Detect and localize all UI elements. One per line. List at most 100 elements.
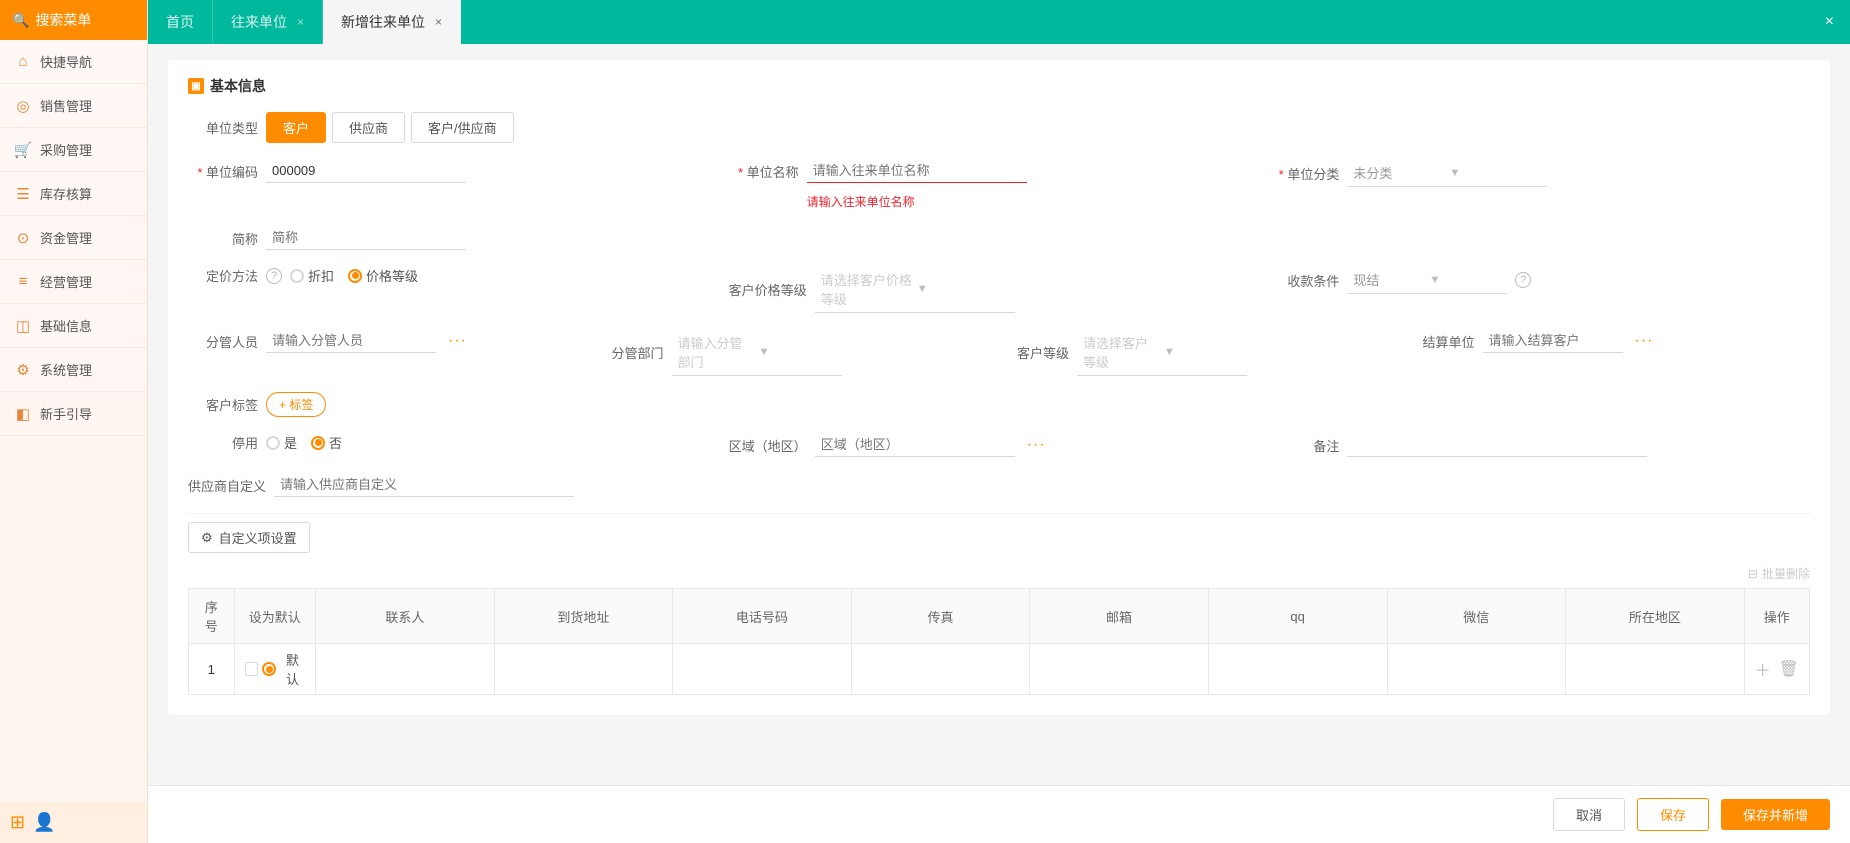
- sidebar-item-purchase[interactable]: 🛒 采购管理: [0, 128, 147, 172]
- unit-category-arrow: ▼: [1449, 167, 1541, 179]
- department-group: 分管部门 请输入分管部门 ▼: [594, 329, 1000, 376]
- col-default: 设为默认: [234, 589, 316, 644]
- discount-radio[interactable]: [290, 269, 304, 283]
- short-name-input[interactable]: [266, 226, 466, 250]
- manager-more-btn[interactable]: ···: [444, 332, 471, 350]
- sidebar-item-inventory[interactable]: ☰ 库存核算: [0, 172, 147, 216]
- unit-name-group: 单位名称 请输入往来单位名称: [729, 159, 1270, 210]
- col-qq: qq: [1208, 589, 1387, 644]
- customer-level-arrow: ▼: [1164, 346, 1241, 358]
- remark-group: 备注: [1269, 433, 1810, 457]
- email-input[interactable]: [1040, 662, 1198, 677]
- disable-yes-radio[interactable]: [266, 436, 280, 450]
- department-label: 分管部门: [594, 343, 664, 362]
- disable-yes[interactable]: 是: [266, 433, 297, 452]
- disable-options: 是 否: [266, 433, 342, 452]
- sidebar-item-guide[interactable]: ◧ 新手引导: [0, 392, 147, 436]
- col-seq: 序号: [189, 589, 235, 644]
- customer-level-group: 客户等级 请选择客户等级 ▼: [999, 329, 1405, 376]
- tab-partners[interactable]: 往来单位 ×: [213, 0, 323, 44]
- wechat-input[interactable]: [1398, 662, 1556, 677]
- search-menu-label: 搜索菜单: [35, 10, 91, 30]
- window-close-btn[interactable]: ×: [1809, 13, 1850, 31]
- save-new-button[interactable]: 保存并新增: [1721, 799, 1830, 830]
- disable-no[interactable]: 否: [311, 433, 342, 452]
- unit-category-select[interactable]: 未分类 ▼: [1347, 159, 1547, 187]
- disable-row: 停用 是 否 区域（地区） ···: [188, 433, 1810, 457]
- batch-delete-btn[interactable]: ⊟ 批量删除: [1748, 565, 1810, 582]
- sidebar-item-operation[interactable]: ≡ 经营管理: [0, 260, 147, 304]
- yes-label: 是: [284, 433, 297, 452]
- payment-terms-help-icon[interactable]: ?: [1515, 272, 1531, 288]
- cell-email: [1030, 644, 1209, 695]
- tab-new-partner-close[interactable]: ×: [435, 15, 442, 29]
- row-delete-btn[interactable]: 🗑: [1779, 659, 1799, 679]
- type-customer-btn[interactable]: 客户: [266, 112, 326, 143]
- type-both-btn[interactable]: 客户/供应商: [411, 112, 514, 143]
- region-input-table[interactable]: [1576, 662, 1734, 677]
- pricing-price-level[interactable]: 价格等级: [348, 266, 418, 285]
- default-radio[interactable]: [262, 662, 276, 676]
- custom-settings-btn[interactable]: ⚙ 自定义项设置: [188, 522, 310, 553]
- unit-name-error: 请输入往来单位名称: [807, 193, 915, 210]
- unit-code-label: 单位编码: [188, 162, 258, 181]
- type-supplier-btn[interactable]: 供应商: [332, 112, 405, 143]
- pricing-help-icon[interactable]: ?: [266, 268, 282, 284]
- payment-terms-group: 收款条件 现结 ▼ ?: [1269, 266, 1810, 294]
- save-button[interactable]: 保存: [1637, 798, 1709, 831]
- tab-home[interactable]: 首页: [148, 0, 213, 44]
- main-area: 首页 往来单位 × 新增往来单位 × × ▣ 基本信息 单位类型 客户: [148, 0, 1850, 843]
- contact-input[interactable]: [326, 662, 484, 677]
- phone-input[interactable]: [683, 662, 841, 677]
- tab-new-partner[interactable]: 新增往来单位 ×: [323, 0, 461, 44]
- default-radio-item[interactable]: 默认: [262, 650, 305, 688]
- price-level-radio[interactable]: [348, 269, 362, 283]
- sidebar-item-finance[interactable]: ⊙ 资金管理: [0, 216, 147, 260]
- col-phone: 电话号码: [673, 589, 852, 644]
- manager-input[interactable]: [266, 329, 436, 353]
- department-placeholder: 请输入分管部门: [678, 333, 755, 371]
- unit-category-group: 单位分类 未分类 ▼: [1269, 159, 1810, 187]
- settlement-more-btn[interactable]: ···: [1631, 332, 1658, 350]
- region-input[interactable]: [815, 433, 1015, 457]
- sidebar-user-icon[interactable]: 👤: [33, 812, 55, 833]
- sales-icon: ◎: [14, 97, 32, 115]
- tab-partners-close[interactable]: ×: [297, 15, 304, 29]
- payment-terms-arrow: ▼: [1429, 274, 1501, 286]
- customer-tag-label: 客户标签: [188, 395, 258, 414]
- row-checkbox[interactable]: [245, 662, 259, 676]
- sidebar-item-basic[interactable]: ◫ 基础信息: [0, 304, 147, 348]
- customer-price-label: 客户价格等级: [729, 280, 807, 299]
- sidebar-label: 资金管理: [40, 228, 92, 247]
- row-add-btn[interactable]: ＋: [1755, 657, 1771, 681]
- address-input[interactable]: [505, 662, 663, 677]
- unit-type-label: 单位类型: [188, 118, 258, 137]
- remark-input[interactable]: [1347, 433, 1647, 457]
- unit-name-input[interactable]: [807, 159, 1027, 183]
- supplier-custom-input[interactable]: [274, 473, 574, 497]
- customer-level-select[interactable]: 请选择客户等级 ▼: [1077, 329, 1247, 376]
- payment-terms-select[interactable]: 现结 ▼: [1347, 266, 1507, 294]
- region-more-btn[interactable]: ···: [1023, 436, 1050, 454]
- add-tag-btn[interactable]: + 标签: [266, 392, 326, 417]
- pricing-row: 定价方法 ? 折扣 价格等级 客户价格等级: [188, 266, 1810, 313]
- sidebar-item-sales[interactable]: ◎ 销售管理: [0, 84, 147, 128]
- unit-code-input[interactable]: [266, 159, 466, 183]
- settlement-unit-input[interactable]: [1483, 329, 1623, 353]
- sidebar-item-quick-nav[interactable]: ⌂ 快捷导航: [0, 40, 147, 84]
- sidebar-item-system[interactable]: ⚙ 系统管理: [0, 348, 147, 392]
- disable-no-radio[interactable]: [311, 436, 325, 450]
- unit-name-label: 单位名称: [729, 162, 799, 181]
- qq-input[interactable]: [1219, 662, 1377, 677]
- pricing-options: 折扣 价格等级: [290, 266, 418, 285]
- short-name-group: 简称: [188, 226, 1810, 250]
- disable-label: 停用: [188, 433, 258, 452]
- customer-price-select[interactable]: 请选择客户价格等级 ▼: [815, 266, 1015, 313]
- pricing-discount[interactable]: 折扣: [290, 266, 334, 285]
- search-menu-btn[interactable]: 🔍 搜索菜单: [0, 0, 147, 40]
- cancel-button[interactable]: 取消: [1553, 798, 1625, 831]
- sidebar-expand-icon[interactable]: ⊞: [10, 812, 25, 833]
- supplier-custom-label: 供应商自定义: [188, 476, 266, 495]
- department-select[interactable]: 请输入分管部门 ▼: [672, 329, 842, 376]
- fax-input[interactable]: [862, 662, 1020, 677]
